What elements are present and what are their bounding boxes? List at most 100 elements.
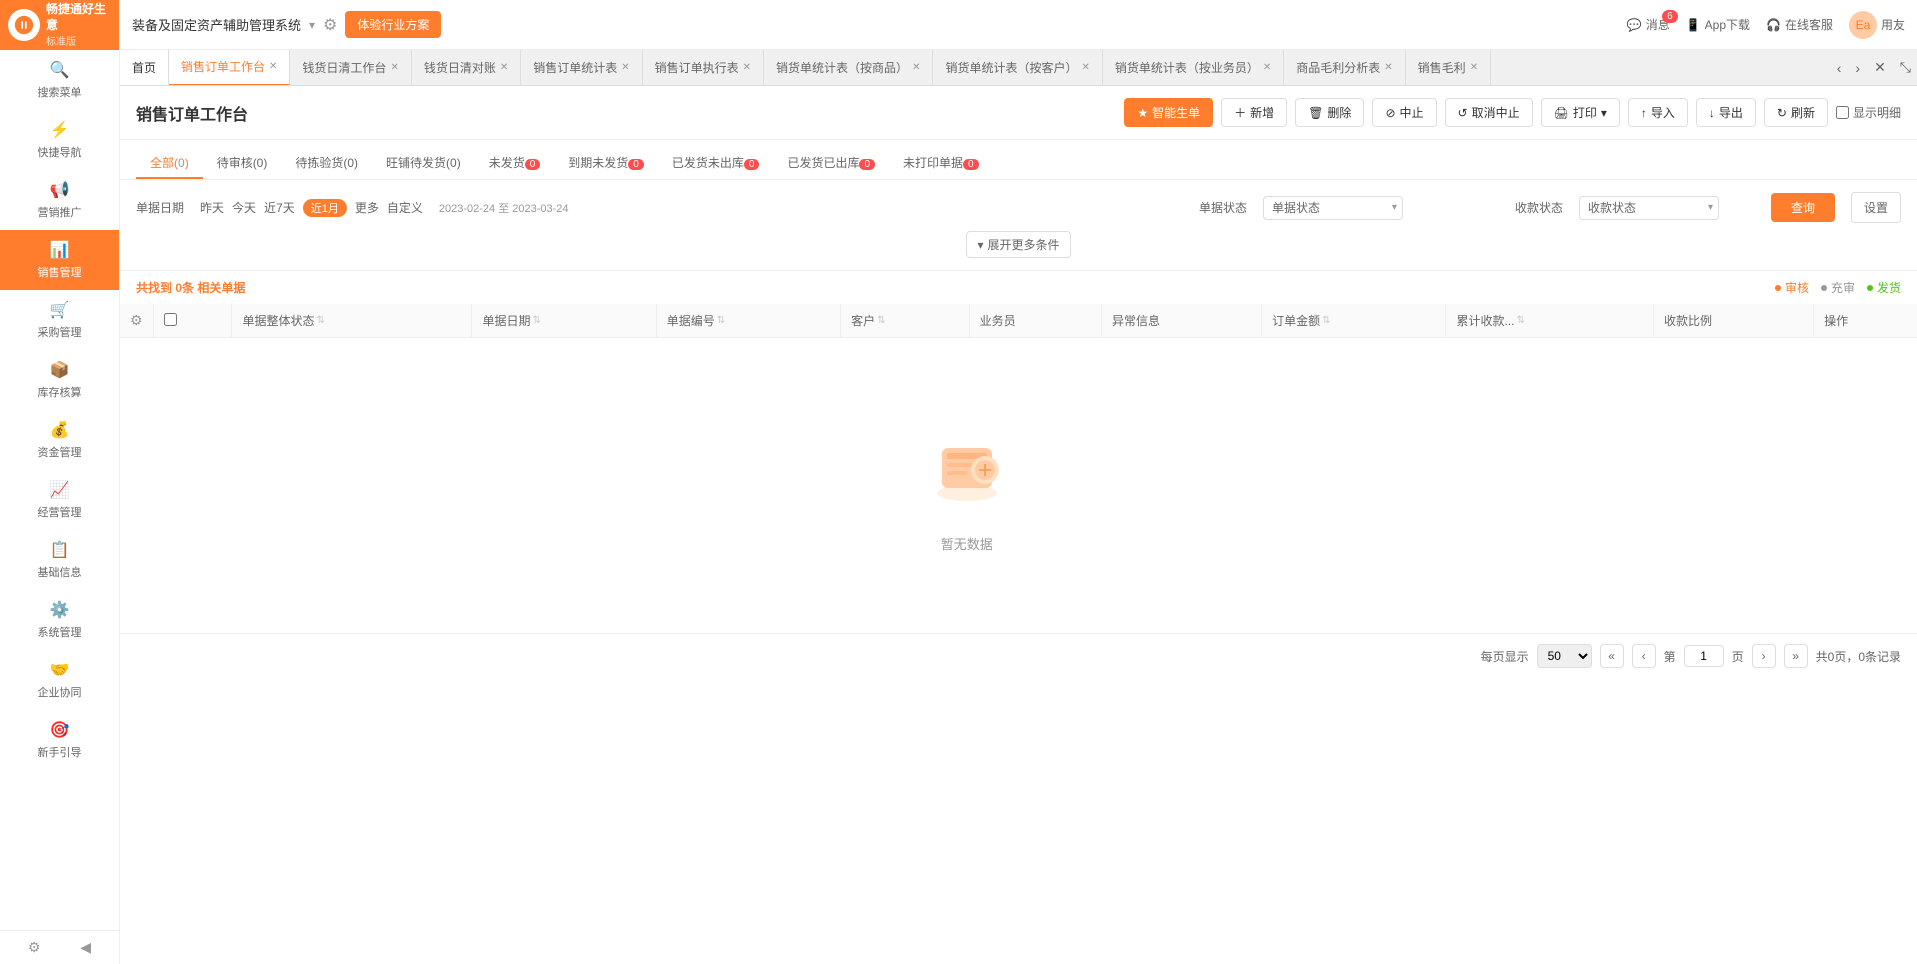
- user-menu[interactable]: Ea 用友: [1849, 11, 1905, 39]
- sidebar-item-system[interactable]: ⚙️ 系统管理: [0, 590, 119, 650]
- tab-cash-daily[interactable]: 钱货日清工作台 ✕: [290, 50, 411, 86]
- print-btn[interactable]: 🖨 打印 ▾: [1541, 98, 1620, 127]
- page-input[interactable]: [1684, 645, 1724, 667]
- tab-close-sales-margin[interactable]: ✕: [1470, 62, 1478, 73]
- tab-sales-staff-stats[interactable]: 销货单统计表（按业务员） ✕: [1103, 50, 1284, 86]
- message-btn[interactable]: 💬 6 消息: [1627, 16, 1670, 33]
- date-opt-today[interactable]: 今天: [232, 199, 256, 216]
- import-btn[interactable]: ↑ 导入: [1628, 98, 1688, 127]
- subtab-all[interactable]: 全部(0): [136, 148, 203, 179]
- tab-close-margin[interactable]: ✕: [1384, 62, 1392, 73]
- refresh-btn[interactable]: ↻ 刷新: [1764, 98, 1828, 127]
- th-number-sort[interactable]: 单据编号 ⇅: [667, 312, 830, 329]
- th-status-sort[interactable]: 单据整体状态 ⇅: [242, 312, 461, 329]
- subtab-shipped-not-out[interactable]: 已发货未出库0: [658, 148, 774, 179]
- online-service-btn[interactable]: 🎧 在线客服: [1766, 16, 1833, 33]
- industry-btn[interactable]: 体验行业方案: [345, 11, 441, 38]
- th-amount-sort[interactable]: 订单金额 ⇅: [1272, 312, 1435, 329]
- subtab-not-shipped[interactable]: 未发货0: [475, 148, 555, 179]
- tab-close-sales-product[interactable]: ✕: [912, 62, 920, 73]
- select-all-checkbox[interactable]: [164, 313, 177, 326]
- subtab-not-printed[interactable]: 未打印单据0: [889, 148, 993, 179]
- status-select[interactable]: 单据状态: [1263, 196, 1403, 220]
- stop-btn[interactable]: ⊘ 中止: [1372, 98, 1436, 127]
- th-customer-sort[interactable]: 客户 ⇅: [851, 312, 959, 329]
- batch-ship-btn[interactable]: 发货: [1867, 279, 1901, 296]
- export-btn[interactable]: ↓ 导出: [1696, 98, 1756, 127]
- tab-close-sales-stats[interactable]: ✕: [621, 62, 629, 73]
- date-opt-1month[interactable]: 近1月: [303, 199, 347, 217]
- tab-close-sales-customer[interactable]: ✕: [1081, 62, 1089, 73]
- audit-dot-icon: [1775, 285, 1781, 291]
- sidebar-item-cooperation[interactable]: 🤝 企业协同: [0, 650, 119, 710]
- tab-close-sales-staff[interactable]: ✕: [1263, 62, 1271, 73]
- sidebar-item-guide[interactable]: 🎯 新手引导: [0, 710, 119, 770]
- date-opt-more[interactable]: 更多: [355, 199, 379, 216]
- batch-cancel-btn[interactable]: 充审: [1821, 279, 1855, 296]
- sidebar-item-purchase[interactable]: 🛒 采购管理: [0, 290, 119, 350]
- sidebar-item-search[interactable]: 🔍 搜索菜单: [0, 50, 119, 110]
- sidebar-label-purchase: 采购管理: [38, 324, 82, 340]
- tab-close-sales-order[interactable]: ✕: [269, 61, 277, 72]
- sidebar-settings-btn[interactable]: ⚙: [28, 939, 41, 956]
- cancel-stop-btn[interactable]: ↺ 取消中止: [1445, 98, 1533, 127]
- tab-sales-customer-stats[interactable]: 销货单统计表（按客户） ✕: [933, 50, 1102, 86]
- tab-next-btn[interactable]: ›: [1849, 60, 1866, 76]
- subtab-pending-check[interactable]: 待拣验货(0): [281, 148, 372, 179]
- settings-small-btn[interactable]: 设置: [1851, 192, 1901, 223]
- payment-select[interactable]: 收款状态: [1579, 196, 1719, 220]
- sidebar-item-quick-nav[interactable]: ⚡ 快捷导航: [0, 110, 119, 170]
- next-page-btn[interactable]: ›: [1752, 644, 1776, 668]
- ai-generate-btn[interactable]: ★ 智能生单: [1124, 98, 1213, 127]
- show-detail-checkbox[interactable]: [1836, 106, 1849, 119]
- prev-page-btn[interactable]: ‹: [1632, 644, 1656, 668]
- per-page-select[interactable]: 50 100: [1537, 644, 1592, 668]
- batch-audit-btn[interactable]: 审核: [1775, 279, 1809, 296]
- header-settings-btn[interactable]: ⚙: [323, 15, 337, 35]
- sidebar-item-finance[interactable]: 💰 资金管理: [0, 410, 119, 470]
- tab-sales-margin[interactable]: 销售毛利 ✕: [1406, 50, 1491, 86]
- subtab-shipped-out[interactable]: 已发货已出库0: [773, 148, 889, 179]
- subtab-pending-audit[interactable]: 待审核(0): [203, 148, 282, 179]
- tab-sales-product-stats[interactable]: 销货单统计表（按商品） ✕: [764, 50, 933, 86]
- sidebar-item-marketing[interactable]: 📢 营销推广: [0, 170, 119, 230]
- print-icon: 🖨: [1554, 106, 1569, 120]
- sidebar-item-operations[interactable]: 📈 经营管理: [0, 470, 119, 530]
- tab-sales-exec[interactable]: 销售订单执行表 ✕: [643, 50, 764, 86]
- subtab-overdue-ship[interactable]: 到期未发货0: [554, 148, 658, 179]
- tab-close-sales-exec[interactable]: ✕: [743, 62, 751, 73]
- delete-btn[interactable]: 🗑 删除: [1295, 98, 1364, 127]
- sidebar-label-marketing: 营销推广: [38, 204, 82, 220]
- date-opt-custom[interactable]: 自定义: [387, 199, 423, 216]
- add-btn[interactable]: ＋ 新增: [1221, 98, 1287, 127]
- app-download-btn[interactable]: 📱 App下载: [1686, 16, 1750, 33]
- sidebar-item-inventory[interactable]: 📦 库存核算: [0, 350, 119, 410]
- last-page-btn[interactable]: »: [1784, 644, 1808, 668]
- system-dropdown-btn[interactable]: ▾: [309, 18, 315, 32]
- tab-sales-stats[interactable]: 销售订单统计表 ✕: [521, 50, 642, 86]
- subtab-pending-check-label: 待拣验货(0): [295, 156, 358, 170]
- date-opt-yesterday[interactable]: 昨天: [200, 199, 224, 216]
- query-btn[interactable]: 查询: [1771, 193, 1835, 222]
- sidebar-item-sales[interactable]: 📊 销售管理: [0, 230, 119, 290]
- tab-close-all-btn[interactable]: ✕: [1868, 59, 1892, 76]
- date-opt-7days[interactable]: 近7天: [264, 199, 295, 216]
- tab-sales-order-workbench[interactable]: 销售订单工作台 ✕: [169, 50, 290, 86]
- first-page-btn[interactable]: «: [1600, 644, 1624, 668]
- tab-prev-btn[interactable]: ‹: [1831, 60, 1848, 76]
- tab-cash-reconcile[interactable]: 钱货日清对账 ✕: [412, 50, 521, 86]
- tab-margin-analysis[interactable]: 商品毛利分析表 ✕: [1284, 50, 1405, 86]
- tab-home[interactable]: 首页: [120, 50, 169, 86]
- expand-conditions-btn[interactable]: ▾ 展开更多条件: [966, 231, 1070, 258]
- subtab-wangpu-ship[interactable]: 旺铺待发货(0): [372, 148, 475, 179]
- tab-close-cash-reconcile[interactable]: ✕: [500, 62, 508, 73]
- sidebar: 畅捷通好生意 标准版 🔍 搜索菜单 ⚡ 快捷导航 📢 营销推广 📊 销售管理 🛒…: [0, 0, 120, 964]
- th-received-sort[interactable]: 累计收款... ⇅: [1456, 312, 1643, 329]
- tab-expand-btn[interactable]: ⤡: [1894, 59, 1917, 76]
- table-settings-icon[interactable]: ⚙: [130, 312, 143, 328]
- th-date-sort[interactable]: 单据日期 ⇅: [482, 312, 645, 329]
- sidebar-item-basic-info[interactable]: 📋 基础信息: [0, 530, 119, 590]
- sidebar-collapse-btn[interactable]: ◀: [80, 939, 91, 956]
- tab-close-cash-daily[interactable]: ✕: [390, 62, 398, 73]
- subtab-not-shipped-label: 未发货: [489, 156, 525, 170]
